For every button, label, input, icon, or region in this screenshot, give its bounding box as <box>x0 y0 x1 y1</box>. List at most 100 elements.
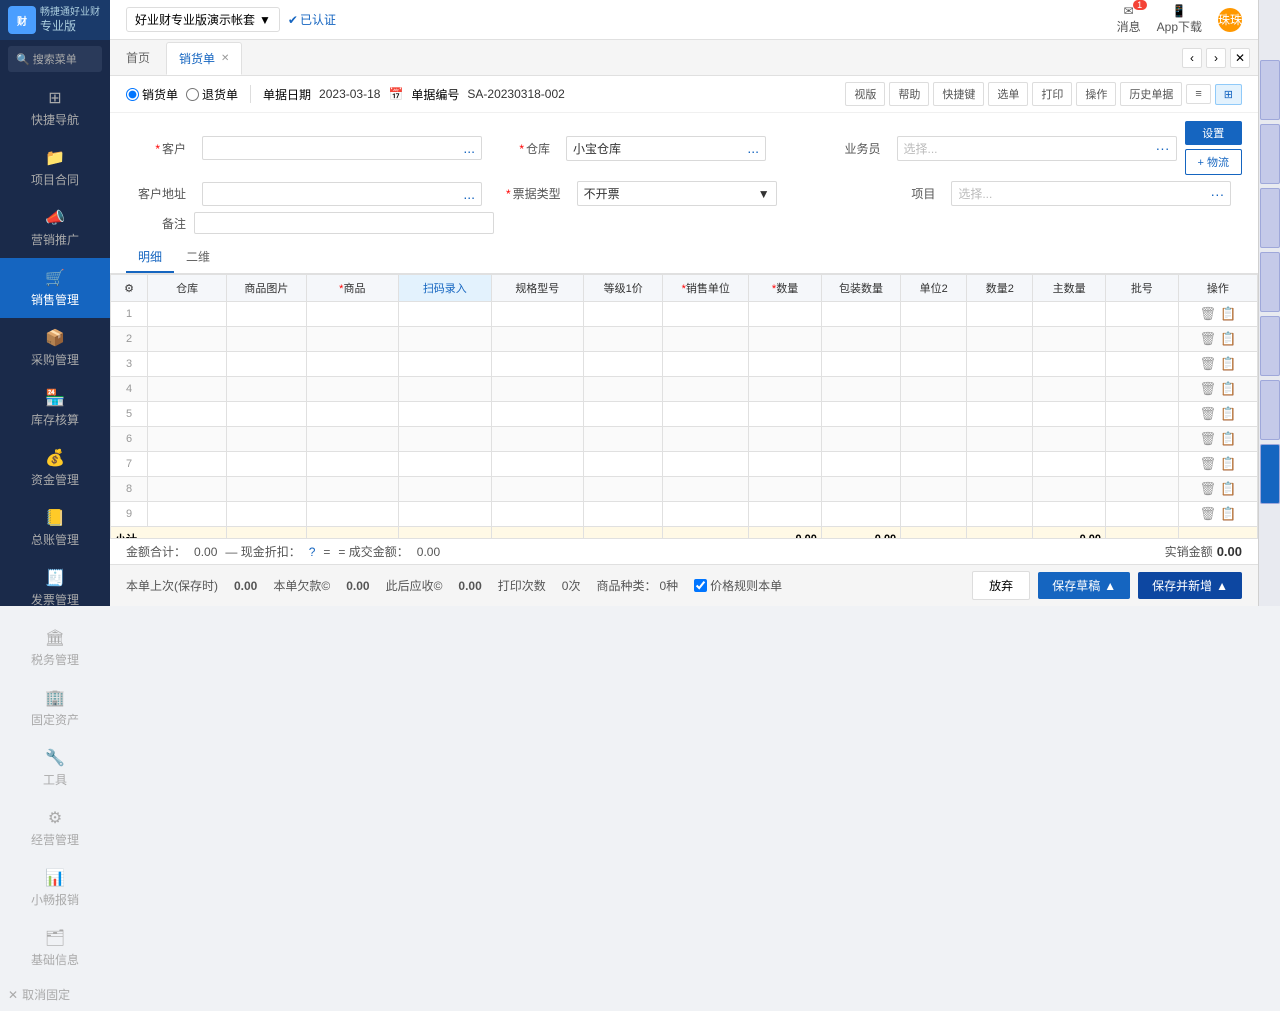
tab-prev-button[interactable]: ‹ <box>1182 48 1202 68</box>
table-cell[interactable] <box>1033 427 1106 452</box>
right-panel-btn-6[interactable] <box>1260 380 1280 440</box>
copy-icon[interactable]: 📋 <box>1220 406 1236 422</box>
btn-setup[interactable]: 设置 <box>1185 121 1242 145</box>
remark-input[interactable] <box>194 212 494 234</box>
table-cell[interactable] <box>663 477 749 502</box>
table-cell[interactable] <box>306 352 399 377</box>
search-menu-button[interactable]: 🔍 搜索菜单 <box>8 46 102 72</box>
right-panel-btn-2[interactable] <box>1260 124 1280 184</box>
table-cell[interactable] <box>749 502 822 527</box>
sidebar-item-reports[interactable]: 📊 小畅报销 <box>0 858 110 918</box>
customer-input[interactable]: ... <box>202 136 482 160</box>
table-cell[interactable] <box>584 327 663 352</box>
price-check-input[interactable] <box>694 579 707 592</box>
sidebar-item-accounts[interactable]: 📒 总账管理 <box>0 498 110 558</box>
table-cell[interactable] <box>821 377 900 402</box>
sidebar-item-quick-nav[interactable]: ⊞ 快捷导航 <box>0 78 110 138</box>
table-cell[interactable] <box>399 427 492 452</box>
table-cell[interactable] <box>584 402 663 427</box>
table-cell[interactable] <box>1033 352 1106 377</box>
copy-icon[interactable]: 📋 <box>1220 381 1236 397</box>
table-cell[interactable] <box>306 377 399 402</box>
delete-icon[interactable]: 🗑 <box>1199 406 1216 422</box>
tab-sales-bill[interactable]: 销货单 ✕ <box>166 42 242 75</box>
table-cell[interactable] <box>306 427 399 452</box>
delete-icon[interactable]: 🗑 <box>1199 506 1216 522</box>
table-cell[interactable] <box>148 452 227 477</box>
table-cell[interactable] <box>584 352 663 377</box>
table-cell[interactable] <box>749 452 822 477</box>
th-settings[interactable]: ⚙ <box>111 275 148 302</box>
table-cell[interactable] <box>663 302 749 327</box>
table-cell[interactable] <box>1033 402 1106 427</box>
table-cell[interactable] <box>227 452 306 477</box>
table-cell[interactable] <box>148 377 227 402</box>
table-cell[interactable] <box>663 352 749 377</box>
table-cell[interactable] <box>663 502 749 527</box>
table-cell[interactable] <box>967 452 1033 477</box>
table-cell[interactable] <box>901 452 967 477</box>
table-cell[interactable] <box>491 402 584 427</box>
table-cell[interactable] <box>306 477 399 502</box>
table-cell[interactable] <box>227 302 306 327</box>
customer-picker-icon[interactable]: ... <box>463 140 475 156</box>
table-cell[interactable] <box>1105 502 1178 527</box>
table-cell[interactable] <box>491 452 584 477</box>
table-cell[interactable] <box>491 352 584 377</box>
sidebar-item-purchase[interactable]: 📦 采购管理 <box>0 318 110 378</box>
btn-print[interactable]: 打印 <box>1032 82 1072 106</box>
tab-home[interactable]: 首页 <box>110 41 166 74</box>
table-cell[interactable] <box>399 502 492 527</box>
tab-next-button[interactable]: › <box>1206 48 1226 68</box>
table-cell[interactable] <box>306 452 399 477</box>
table-cell[interactable] <box>749 477 822 502</box>
calendar-icon[interactable]: 📅 <box>388 87 403 101</box>
table-cell[interactable] <box>749 402 822 427</box>
table-cell[interactable] <box>399 327 492 352</box>
right-panel-btn-7[interactable] <box>1260 444 1280 504</box>
sidebar-item-base[interactable]: 🗂 基础信息 <box>0 918 110 978</box>
table-cell[interactable] <box>821 302 900 327</box>
table-cell[interactable] <box>967 302 1033 327</box>
table-cell[interactable] <box>491 302 584 327</box>
btn-view-list[interactable]: ≡ <box>1186 84 1210 104</box>
radio-sales[interactable]: 销货单 <box>126 86 178 103</box>
btn-operate[interactable]: 操作 <box>1076 82 1116 106</box>
tab-2d[interactable]: 二维 <box>174 242 222 273</box>
table-cell[interactable] <box>821 327 900 352</box>
radio-return-input[interactable] <box>186 88 199 101</box>
table-cell[interactable] <box>584 427 663 452</box>
table-cell[interactable] <box>901 402 967 427</box>
delete-icon[interactable]: 🗑 <box>1199 356 1216 372</box>
warehouse-input[interactable]: 小宝仓库 ... <box>566 136 766 161</box>
table-cell[interactable] <box>663 427 749 452</box>
table-cell[interactable] <box>399 477 492 502</box>
table-cell[interactable] <box>227 427 306 452</box>
delete-icon[interactable]: 🗑 <box>1199 456 1216 472</box>
table-cell[interactable] <box>1105 427 1178 452</box>
table-cell[interactable] <box>901 302 967 327</box>
table-cell[interactable] <box>306 302 399 327</box>
table-cell[interactable] <box>663 327 749 352</box>
table-cell[interactable] <box>148 327 227 352</box>
table-cell[interactable] <box>967 352 1033 377</box>
table-cell[interactable] <box>306 327 399 352</box>
btn-help[interactable]: 帮助 <box>889 82 929 106</box>
table-cell[interactable] <box>227 352 306 377</box>
sidebar-item-assets[interactable]: 🏢 固定资产 <box>0 678 110 738</box>
copy-icon[interactable]: 📋 <box>1220 306 1236 322</box>
table-cell[interactable] <box>967 502 1033 527</box>
table-cell[interactable] <box>821 352 900 377</box>
sidebar-item-project[interactable]: 📁 项目合同 <box>0 138 110 198</box>
table-cell[interactable] <box>967 377 1033 402</box>
table-cell[interactable] <box>584 377 663 402</box>
table-cell[interactable] <box>399 302 492 327</box>
table-cell[interactable] <box>663 452 749 477</box>
table-cell[interactable] <box>227 402 306 427</box>
table-cell[interactable] <box>491 502 584 527</box>
sidebar-cancel-fixed[interactable]: ✕ 取消固定 <box>0 978 110 1011</box>
project-input[interactable]: 选择... ··· <box>951 181 1231 206</box>
table-cell[interactable] <box>584 302 663 327</box>
address-input[interactable]: ... <box>202 182 482 206</box>
table-cell[interactable] <box>821 502 900 527</box>
